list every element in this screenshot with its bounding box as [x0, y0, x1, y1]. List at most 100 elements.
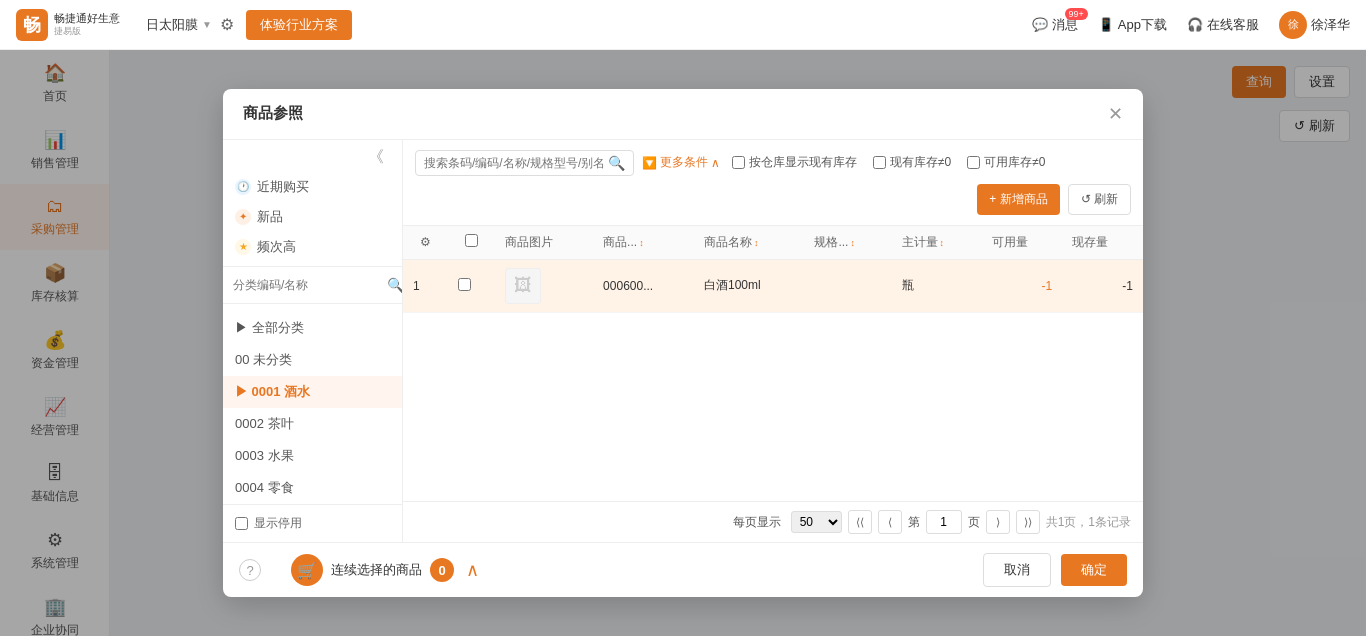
col-spec[interactable]: 规格...↕	[804, 226, 891, 260]
category-item-0002[interactable]: 0002 茶叶	[223, 408, 402, 440]
product-panel: 🔍 🔽 更多条件 ∧ 按仓库显示现有库存	[403, 140, 1143, 543]
new-icon: ✦	[235, 209, 251, 225]
col-settings[interactable]: ⚙	[403, 226, 448, 260]
row-select-checkbox[interactable]	[458, 278, 471, 291]
cart-area: 🛒 连续选择的商品 0 ∧	[291, 554, 479, 586]
message-badge: 99+	[1065, 8, 1088, 20]
cart-icon[interactable]: 🛒	[291, 554, 323, 586]
message-btn[interactable]: 💬 消息 99+	[1032, 16, 1078, 34]
category-item-0004[interactable]: 0004 零食	[223, 472, 402, 504]
col-unit[interactable]: 主计量↕	[892, 226, 982, 260]
last-page-btn[interactable]: ⟩⟩	[1016, 510, 1040, 534]
category-list: ▶ 全部分类 00 未分类 ▶ 0001 酒水 0002 茶叶 0003 水果	[223, 304, 402, 505]
next-page-btn[interactable]: ⟩	[986, 510, 1010, 534]
user-area[interactable]: 徐 徐泽华	[1279, 11, 1350, 39]
display-disabled-checkbox[interactable]	[235, 517, 248, 530]
filter-arrow: ∧	[711, 156, 720, 170]
col-name[interactable]: 商品名称↕	[694, 226, 804, 260]
avatar: 徐	[1279, 11, 1307, 39]
store-selector[interactable]: 日太阳膜 ▼	[146, 16, 212, 34]
headset-icon: 🎧	[1187, 17, 1203, 32]
shortcut-recent[interactable]: 🕐 近期购买	[223, 172, 402, 202]
app-download-btn[interactable]: 📱 App下载	[1098, 16, 1167, 34]
product-code: 000600...	[603, 279, 653, 293]
prev-page-btn[interactable]: ⟨	[878, 510, 902, 534]
table-row[interactable]: 1 🖼 000600...	[403, 259, 1143, 312]
product-reference-modal: 商品参照 ✕ 《 🕐 近期购买 ✦ 新品	[223, 89, 1143, 598]
add-product-button[interactable]: + 新增商品	[977, 184, 1059, 215]
check-current-stock-label: 现有库存≠0	[890, 154, 951, 171]
settings-icon[interactable]: ⚙	[220, 15, 234, 34]
topbar: 畅 畅捷通好生意 捷易版 日太阳膜 ▼ ⚙ 体验行业方案 💬 消息 99+ 📱 …	[0, 0, 1366, 50]
trial-button[interactable]: 体验行业方案	[246, 10, 352, 40]
collapse-panel-btn[interactable]: 《	[366, 148, 386, 168]
category-item-0003-label: 0003 水果	[235, 447, 294, 465]
row-name: 白酒100ml	[694, 259, 804, 312]
row-unit: 瓶	[892, 259, 982, 312]
category-item-00[interactable]: 00 未分类	[223, 344, 402, 376]
product-search-icon[interactable]: 🔍	[608, 155, 625, 171]
category-shortcuts: 《 🕐 近期购买 ✦ 新品 ★ 频次高	[223, 140, 402, 267]
check-available-stock[interactable]: 可用库存≠0	[967, 154, 1045, 171]
shortcut-freq[interactable]: ★ 频次高	[223, 232, 402, 262]
display-disabled-label: 显示停用	[254, 515, 302, 532]
category-item-0003[interactable]: 0003 水果	[223, 440, 402, 472]
check-current-stock[interactable]: 现有库存≠0	[873, 154, 951, 171]
online-service-btn[interactable]: 🎧 在线客服	[1187, 16, 1259, 34]
col-stock: 现存量	[1062, 226, 1143, 260]
cart-count: 0	[430, 558, 454, 582]
row-num: 1	[403, 259, 448, 312]
shortcut-recent-label: 近期购买	[257, 178, 309, 196]
help-icon[interactable]: ?	[239, 559, 261, 581]
product-search-input[interactable]	[424, 156, 604, 170]
message-icon: 💬	[1032, 17, 1048, 32]
modal-close-button[interactable]: ✕	[1108, 103, 1123, 125]
category-item-all-label: ▶ 全部分类	[235, 319, 304, 337]
check-warehouse-stock[interactable]: 按仓库显示现有库存	[732, 154, 857, 171]
col-img: 商品图片	[495, 226, 593, 260]
col-available[interactable]: 可用量	[982, 226, 1063, 260]
cancel-button[interactable]: 取消	[983, 553, 1051, 587]
product-table: ⚙ 商品图片 商品...↕ 商品名称↕	[403, 226, 1143, 313]
col-checkbox[interactable]	[448, 226, 496, 260]
check-current-stock-input[interactable]	[873, 156, 886, 169]
per-page-label: 每页显示	[733, 514, 781, 531]
product-image: 🖼	[505, 268, 541, 304]
footer-collapse-btn[interactable]: ∧	[466, 559, 479, 581]
modal-header: 商品参照 ✕	[223, 89, 1143, 140]
category-item-0001[interactable]: ▶ 0001 酒水	[223, 376, 402, 408]
category-panel: 《 🕐 近期购买 ✦ 新品 ★ 频次高	[223, 140, 403, 543]
check-warehouse-stock-input[interactable]	[732, 156, 745, 169]
page-suffix: 页	[968, 514, 980, 531]
per-page-select[interactable]: 50 100 200	[791, 511, 842, 533]
row-spec	[804, 259, 891, 312]
store-arrow-icon: ▼	[202, 19, 212, 30]
filter-more-label: 更多条件	[660, 154, 708, 171]
product-name: 白酒100ml	[704, 278, 761, 292]
col-code[interactable]: 商品...↕	[593, 226, 694, 260]
category-search-icon[interactable]: 🔍	[387, 277, 403, 293]
display-disabled-area: 显示停用	[223, 504, 402, 542]
category-search-input[interactable]	[233, 278, 383, 292]
confirm-button[interactable]: 确定	[1061, 554, 1127, 586]
user-name: 徐泽华	[1311, 16, 1350, 34]
logo-badge: 捷易版	[54, 25, 120, 38]
first-page-btn[interactable]: ⟨⟨	[848, 510, 872, 534]
filter-more-btn[interactable]: 🔽 更多条件 ∧	[642, 154, 720, 171]
product-search-box: 🔍	[415, 150, 634, 176]
store-name: 日太阳膜	[146, 16, 198, 34]
product-available: -1	[1042, 279, 1053, 293]
select-all-checkbox[interactable]	[465, 234, 478, 247]
page-number-input[interactable]	[926, 510, 962, 534]
check-available-stock-input[interactable]	[967, 156, 980, 169]
pagination-bar: 每页显示 50 100 200 ⟨⟨ ⟨ 第 页 ⟩ ⟩⟩ 共1页，1条记录	[403, 501, 1143, 542]
row-checkbox[interactable]	[448, 259, 496, 312]
modal-title: 商品参照	[243, 104, 303, 123]
filter-icon: 🔽	[642, 156, 657, 170]
category-search: 🔍	[223, 267, 402, 304]
refresh-button[interactable]: ↺ 刷新	[1068, 184, 1131, 215]
shortcut-new[interactable]: ✦ 新品	[223, 202, 402, 232]
logo-icon: 畅	[16, 9, 48, 41]
row-stock: -1	[1062, 259, 1143, 312]
category-item-all[interactable]: ▶ 全部分类	[223, 312, 402, 344]
